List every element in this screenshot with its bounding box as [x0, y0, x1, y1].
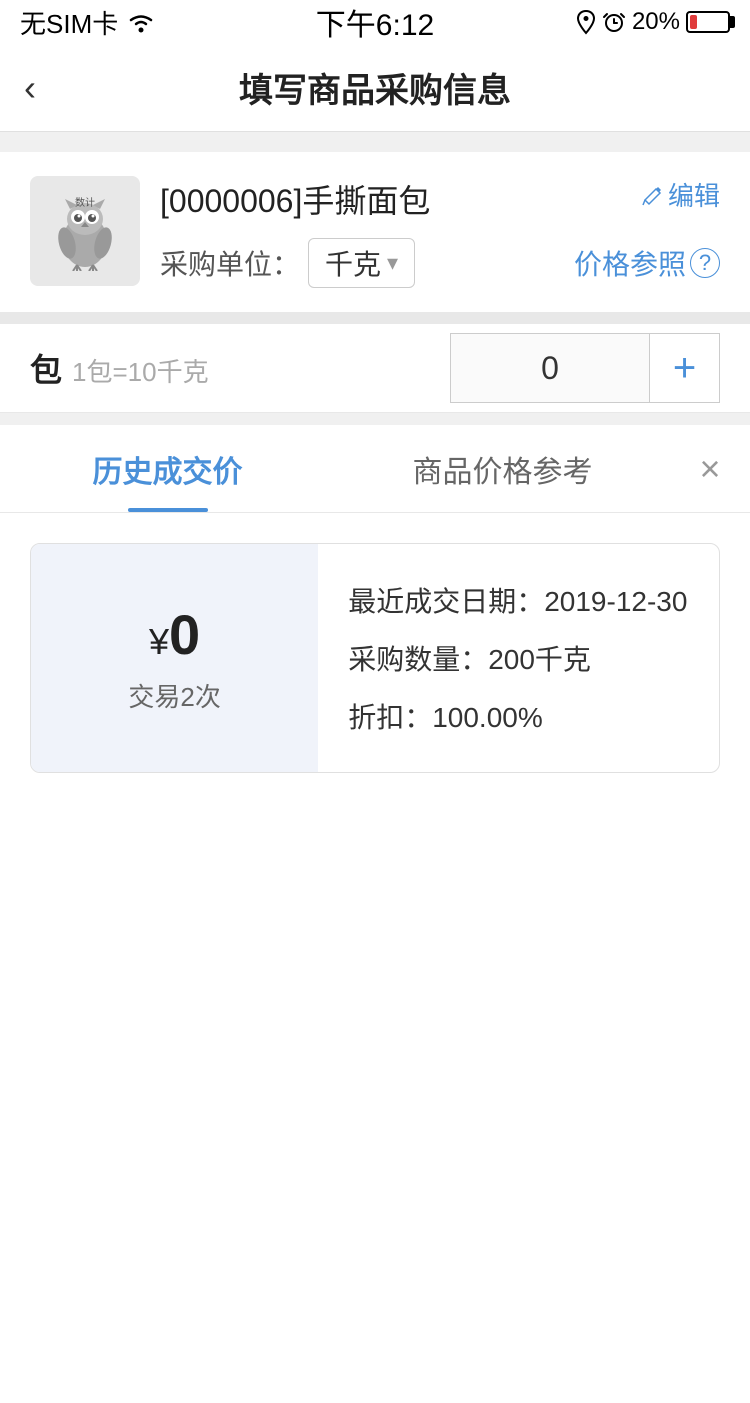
thin-divider: [0, 412, 750, 413]
product-card: 数计 [0000006]手撕面包 编辑 采购单位： 千克 ▾: [0, 152, 750, 312]
quantity-unit: 包: [30, 345, 62, 391]
history-price-section: ¥0 交易2次: [31, 544, 318, 772]
product-name: [0000006]手撕面包: [160, 176, 430, 222]
alarm-icon: [602, 10, 626, 34]
tabs-header: 历史成交价 商品价格参考 ×: [0, 425, 750, 513]
tab2-label: 商品价格参考: [413, 447, 593, 491]
battery-icon: [686, 11, 730, 33]
pencil-icon: [642, 184, 664, 206]
quantity-input-group: +: [450, 333, 720, 403]
discount-value: 100.00%: [432, 702, 543, 733]
quantity-label-group: 包 1包=10千克: [30, 345, 209, 391]
wifi-icon: [126, 11, 156, 33]
qty-label: 采购数量：: [348, 644, 488, 675]
battery-text: 20%: [632, 8, 680, 36]
price-value: 0: [169, 603, 200, 666]
trade-count: 交易2次: [128, 677, 220, 714]
nav-bar: ‹ 填写商品采购信息: [0, 44, 750, 132]
status-bar: 无SIM卡 下午6:12 20%: [0, 0, 750, 44]
product-thumbnail: 数计: [45, 191, 125, 271]
edit-button[interactable]: 编辑: [642, 176, 720, 213]
history-details-section: 最近成交日期：2019-12-30 采购数量：200千克 折扣：100.00%: [318, 544, 719, 772]
quantity-plus-button[interactable]: +: [650, 333, 720, 403]
quantity-input[interactable]: [450, 333, 650, 403]
tab-active-indicator: [128, 508, 208, 512]
price-display: ¥0: [149, 602, 200, 667]
product-title-row: [0000006]手撕面包 编辑: [160, 176, 720, 222]
quantity-hint: 1包=10千克: [72, 352, 209, 389]
back-button[interactable]: ‹: [24, 67, 36, 109]
product-image: 数计: [30, 176, 140, 286]
unit-label-text: 采购单位：: [160, 243, 300, 283]
page-title: 填写商品采购信息: [239, 63, 511, 112]
qty-value: 200千克: [488, 644, 591, 675]
svg-text:数计: 数计: [75, 196, 95, 209]
history-content: ¥0 交易2次 最近成交日期：2019-12-30 采购数量：200千克 折扣：…: [0, 513, 750, 803]
product-details: [0000006]手撕面包 编辑 采购单位： 千克 ▾ 价格参照: [160, 176, 720, 288]
discount-label: 折扣：: [348, 702, 432, 733]
edit-label: 编辑: [668, 176, 720, 213]
status-right: 20%: [576, 8, 730, 36]
quantity-row: 包 1包=10千克 +: [0, 324, 750, 412]
qty-detail: 采购数量：200千克: [348, 638, 689, 678]
price-ref-label: 价格参照: [574, 243, 686, 283]
history-card: ¥0 交易2次 最近成交日期：2019-12-30 采购数量：200千克 折扣：…: [30, 543, 720, 773]
tab-product-price[interactable]: 商品价格参考: [335, 425, 670, 512]
tab-history-price[interactable]: 历史成交价: [0, 425, 335, 512]
date-detail: 最近成交日期：2019-12-30: [348, 580, 689, 620]
price-ref-icon: ?: [690, 248, 720, 278]
unit-dropdown-arrow: ▾: [387, 250, 398, 276]
date-value: 2019-12-30: [544, 586, 687, 617]
tab1-label: 历史成交价: [93, 447, 243, 491]
bottom-area: [0, 803, 750, 1403]
price-ref-button[interactable]: 价格参照 ?: [574, 243, 720, 283]
section-divider: [0, 312, 750, 324]
status-left: 无SIM卡: [20, 4, 156, 41]
unit-value: 千克: [325, 243, 381, 283]
discount-detail: 折扣：100.00%: [348, 696, 689, 736]
location-icon: [576, 9, 596, 35]
price-symbol: ¥: [149, 621, 169, 662]
date-label: 最近成交日期：: [348, 586, 544, 617]
tabs-section: 历史成交价 商品价格参考 × ¥0 交易2次 最近成交日期：2019-12-30…: [0, 425, 750, 803]
unit-row: 采购单位： 千克 ▾ 价格参照 ?: [160, 238, 720, 288]
tab-close-button[interactable]: ×: [670, 429, 750, 509]
unit-select[interactable]: 千克 ▾: [308, 238, 415, 288]
carrier-text: 无SIM卡: [20, 4, 118, 41]
status-time: 下午6:12: [316, 0, 434, 44]
